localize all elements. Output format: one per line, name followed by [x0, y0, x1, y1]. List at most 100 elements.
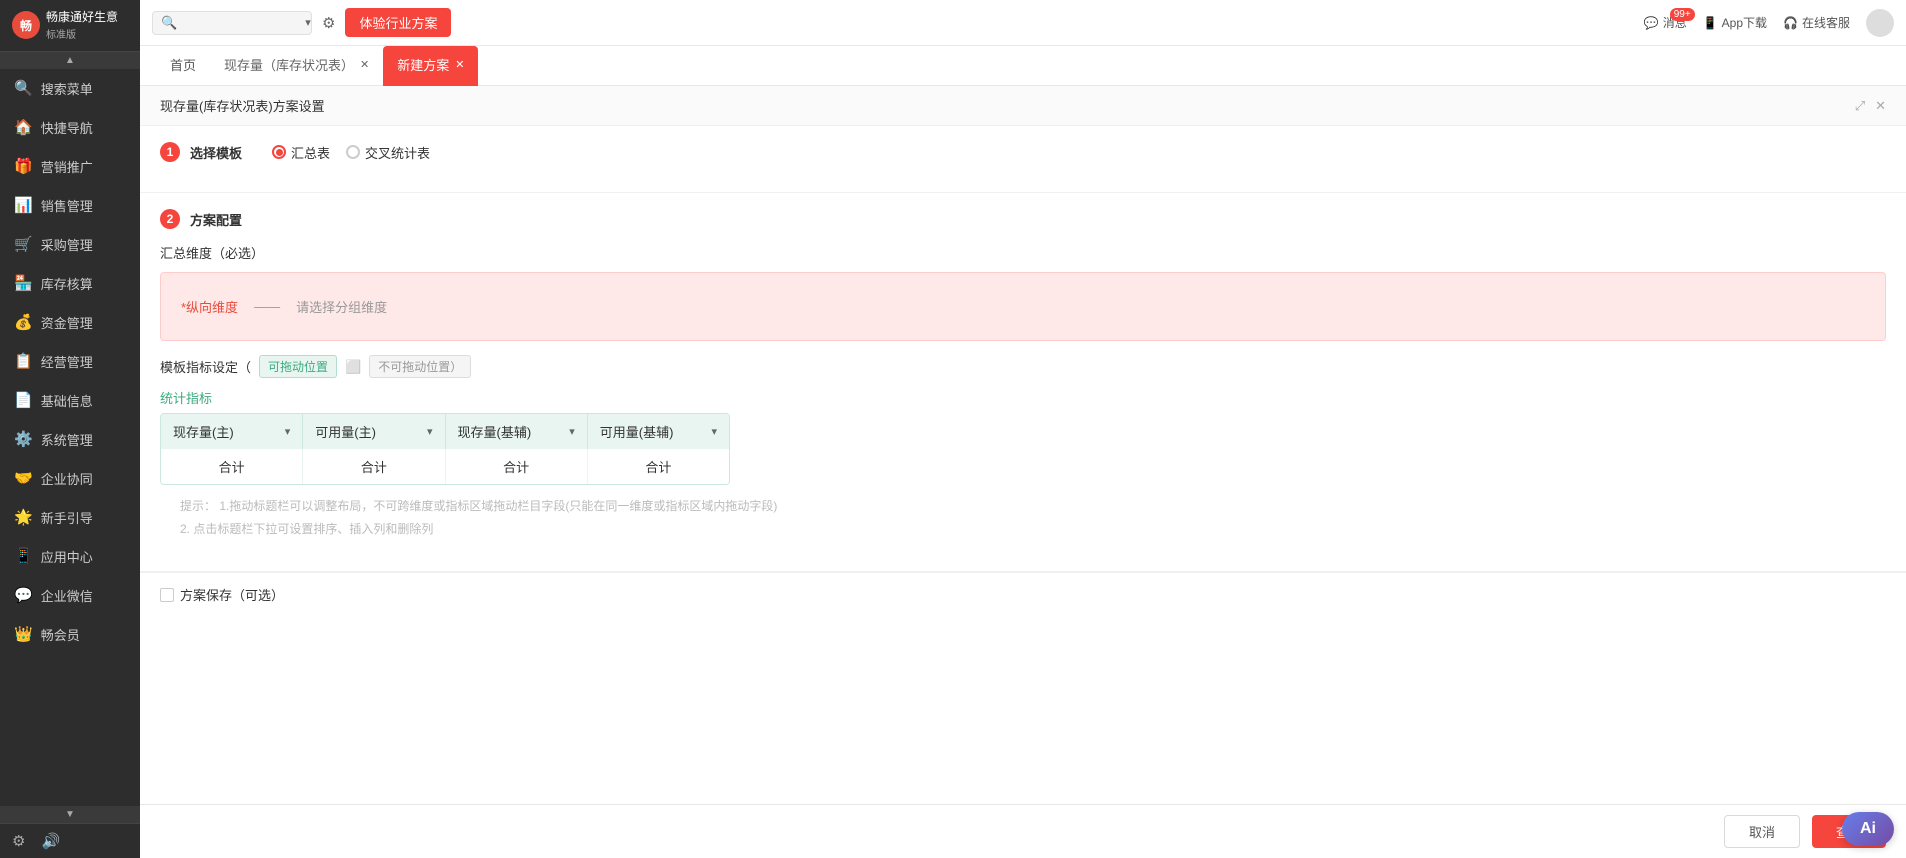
app-center-icon: 📱 — [14, 547, 33, 565]
section2-num: 2 — [160, 209, 180, 229]
sidebar-nav: 🔍 搜索菜单 🏠 快捷导航 🎁 营销推广 📊 销售管理 🛒 采购管理 🏪 库存核… — [0, 69, 140, 806]
save-scheme-row: 方案保存（可选） — [140, 572, 1906, 616]
dim-dash: —— — [254, 299, 280, 314]
sidebar-item-app-center[interactable]: 📱 应用中心 — [0, 537, 140, 576]
tag-nodrag: 不可拖动位置） — [369, 355, 471, 378]
sidebar-item-search-menu[interactable]: 🔍 搜索菜单 — [0, 69, 140, 108]
finance-icon: 💰 — [14, 313, 33, 331]
sidebar-item-newbie[interactable]: 🌟 新手引导 — [0, 498, 140, 537]
sidebar-scroll-down[interactable]: ▼ — [0, 806, 140, 823]
sidebar-item-quick-nav[interactable]: 🏠 快捷导航 — [0, 108, 140, 147]
tab-inventory-status-close[interactable]: ✕ — [360, 58, 369, 71]
online-service-btn[interactable]: 🎧 在线客服 — [1783, 14, 1850, 31]
main-area: 🔍 ▾ ⚙ 体验行业方案 💬 消息 99+ 📱 App下载 🎧 在线客服 — [140, 0, 1906, 858]
messages-btn[interactable]: 💬 消息 99+ — [1644, 14, 1687, 31]
radio-cross[interactable]: 交叉统计表 — [346, 143, 430, 162]
topbar-right: 💬 消息 99+ 📱 App下载 🎧 在线客服 — [1644, 9, 1894, 37]
save-checkbox-box[interactable] — [160, 588, 174, 602]
dimension-box[interactable]: *纵向维度 —— 请选择分组维度 — [160, 272, 1886, 341]
marketing-icon: 🎁 — [14, 157, 33, 175]
sidebar-item-wechat[interactable]: 💬 企业微信 — [0, 576, 140, 615]
sidebar-item-inventory[interactable]: 🏪 库存核算 — [0, 264, 140, 303]
gear-icon[interactable]: ⚙ — [322, 14, 335, 32]
tab-new-scheme-close[interactable]: ✕ — [455, 58, 464, 71]
search-dropdown-icon[interactable]: ▾ — [305, 16, 311, 29]
phone-icon: 📱 — [1703, 16, 1718, 30]
section-config: 2 方案配置 汇总维度（必选） *纵向维度 —— 请选择分组维度 模板指标设定（… — [140, 193, 1906, 572]
radio-summary[interactable]: 汇总表 — [272, 143, 330, 162]
sidebar-item-purchase[interactable]: 🛒 采购管理 — [0, 225, 140, 264]
section2-header: 2 方案配置 — [160, 209, 1886, 229]
radio-cross-circle — [346, 145, 360, 159]
basic-info-icon: 📄 — [14, 391, 33, 409]
sound-icon[interactable]: 🔊 — [41, 832, 60, 850]
page-panel: 现存量(库存状况表)方案设置 ⤢ ✕ 1 选择模板 汇总表 — [140, 86, 1906, 808]
content-area: 现存量(库存状况表)方案设置 ⤢ ✕ 1 选择模板 汇总表 — [140, 86, 1906, 858]
tag-drag: 可拖动位置 — [259, 355, 337, 378]
section2-title: 方案配置 — [190, 210, 242, 229]
cancel-button[interactable]: 取消 — [1724, 815, 1800, 848]
dim-vertical-label: *纵向维度 — [181, 297, 238, 316]
sales-icon: 📊 — [14, 196, 33, 214]
sidebar-item-finance[interactable]: 💰 资金管理 — [0, 303, 140, 342]
sidebar-item-basic-info[interactable]: 📄 基础信息 — [0, 381, 140, 420]
newbie-icon: 🌟 — [14, 508, 33, 526]
tab-home[interactable]: 首页 — [156, 46, 210, 86]
metrics-col-2[interactable]: 现存量(基辅) ▾ — [446, 414, 588, 449]
app-download-btn[interactable]: 📱 App下载 — [1703, 14, 1767, 31]
sidebar-item-sales[interactable]: 📊 销售管理 — [0, 186, 140, 225]
template-radio-group: 汇总表 交叉统计表 — [272, 143, 430, 162]
industry-btn[interactable]: 体验行业方案 — [345, 8, 451, 37]
panel-close-icon[interactable]: ✕ — [1875, 98, 1886, 114]
search-menu-icon: 🔍 — [14, 79, 33, 97]
tab-new-scheme[interactable]: 新建方案 ✕ — [383, 46, 478, 86]
col0-chevron-icon[interactable]: ▾ — [285, 425, 291, 438]
logo-icon: 畅 — [12, 11, 40, 39]
wechat-icon: 💬 — [14, 586, 33, 604]
col2-chevron-icon[interactable]: ▾ — [569, 425, 575, 438]
quick-nav-icon: 🏠 — [14, 118, 33, 136]
metrics-col-3[interactable]: 可用量(基辅) ▾ — [588, 414, 729, 449]
metrics-col-0[interactable]: 现存量(主) ▾ — [161, 414, 303, 449]
search-icon: 🔍 — [161, 15, 177, 31]
col3-chevron-icon[interactable]: ▾ — [711, 425, 717, 438]
sidebar-item-system[interactable]: ⚙️ 系统管理 — [0, 420, 140, 459]
radio-summary-circle — [272, 145, 286, 159]
metrics-body-col-0: 合计 — [161, 449, 303, 484]
headset-icon: 🎧 — [1783, 16, 1798, 30]
metrics-section-title: 统计指标 — [160, 388, 1886, 407]
metrics-col-1[interactable]: 可用量(主) ▾ — [303, 414, 445, 449]
tips-area: 提示： 1.拖动标题栏可以调整布局，不可跨维度或指标区域拖动栏目字段(只能在同一… — [160, 485, 1886, 555]
section-template: 1 选择模板 汇总表 交叉统计表 — [140, 126, 1906, 193]
purchase-icon: 🛒 — [14, 235, 33, 253]
save-scheme-checkbox[interactable]: 方案保存（可选） — [160, 585, 284, 604]
avatar[interactable] — [1866, 9, 1894, 37]
sidebar-item-marketing[interactable]: 🎁 营销推广 — [0, 147, 140, 186]
sidebar-item-member[interactable]: 👑 畅会员 — [0, 615, 140, 654]
settings-icon[interactable]: ⚙ — [12, 832, 25, 850]
sidebar-logo: 畅 畅康通好生意 标准版 — [0, 0, 140, 52]
metrics-table-body: 合计 合计 合计 合计 — [161, 449, 729, 484]
sidebar: 畅 畅康通好生意 标准版 ▲ 🔍 搜索菜单 🏠 快捷导航 🎁 营销推广 📊 销售… — [0, 0, 140, 858]
tab-inventory-status[interactable]: 现存量（库存状况表） ✕ — [210, 46, 383, 86]
topbar: 🔍 ▾ ⚙ 体验行业方案 💬 消息 99+ 📱 App下载 🎧 在线客服 — [140, 0, 1906, 46]
panel-expand-icon[interactable]: ⤢ — [1855, 98, 1865, 114]
metrics-body-col-2: 合计 — [446, 449, 588, 484]
sidebar-scroll-up[interactable]: ▲ — [0, 52, 140, 69]
metrics-body-col-1: 合计 — [303, 449, 445, 484]
col1-chevron-icon[interactable]: ▾ — [427, 425, 433, 438]
search-input[interactable] — [181, 16, 301, 30]
sidebar-item-company[interactable]: 🤝 企业协同 — [0, 459, 140, 498]
metrics-table-header: 现存量(主) ▾ 可用量(主) ▾ 现存量(基辅) ▾ 可用量(基辅) — [161, 414, 729, 449]
inventory-icon: 🏪 — [14, 274, 33, 292]
search-bar[interactable]: 🔍 ▾ — [152, 11, 312, 35]
panel-title: 现存量(库存状况表)方案设置 — [160, 96, 325, 115]
dim-required-label: 汇总维度（必选） — [160, 243, 1886, 262]
sidebar-item-operation[interactable]: 📋 经营管理 — [0, 342, 140, 381]
member-icon: 👑 — [14, 625, 33, 643]
company-icon: 🤝 — [14, 469, 33, 487]
tab-bar: 首页 现存量（库存状况表） ✕ 新建方案 ✕ — [140, 46, 1906, 86]
metrics-table: 现存量(主) ▾ 可用量(主) ▾ 现存量(基辅) ▾ 可用量(基辅) — [160, 413, 730, 485]
ai-fab-button[interactable]: Ai — [1842, 812, 1894, 846]
system-icon: ⚙️ — [14, 430, 33, 448]
